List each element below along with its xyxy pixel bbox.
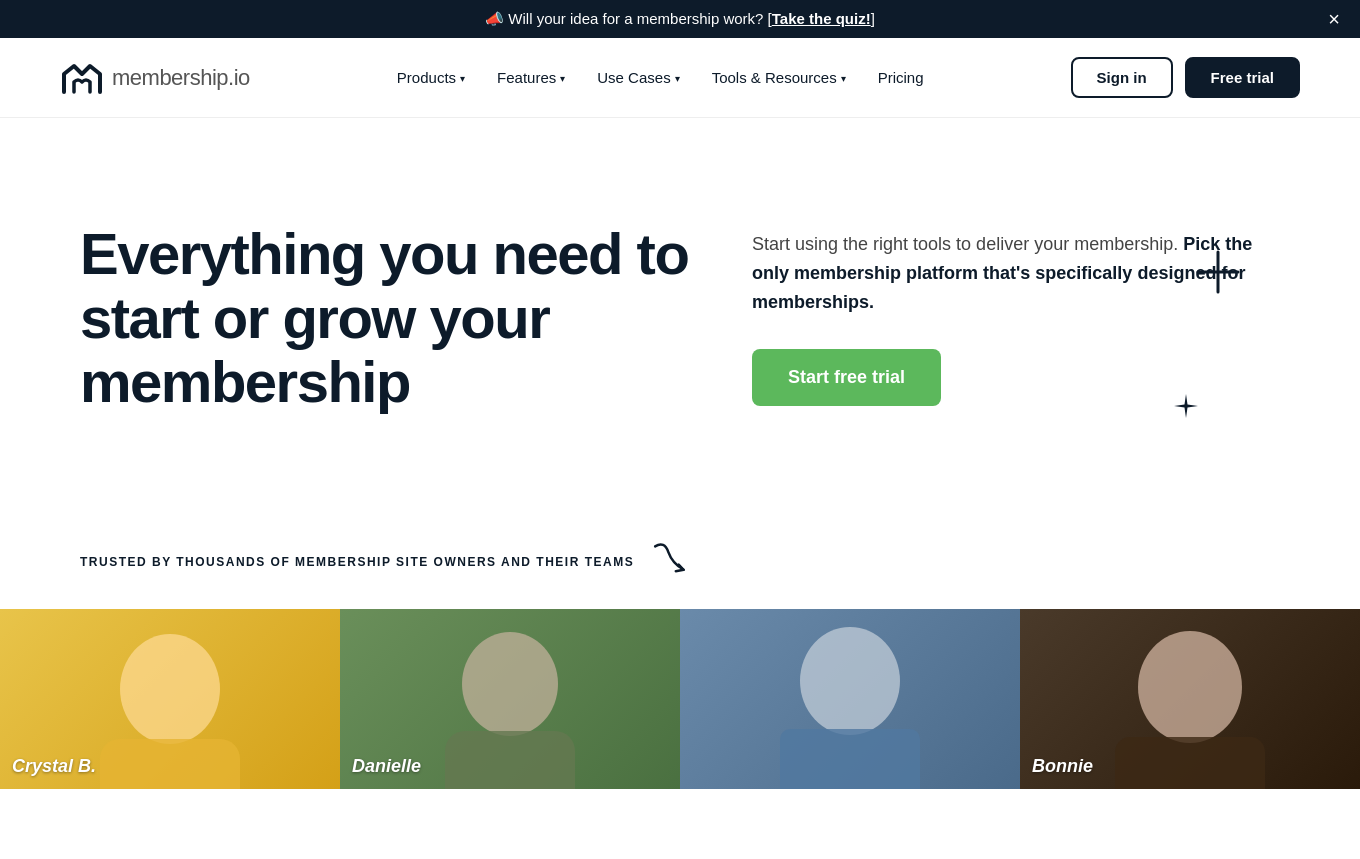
chevron-down-icon: ▾ <box>560 73 565 84</box>
photo-cell-2: Danielle <box>340 609 680 789</box>
person-figure-3 <box>680 609 1020 789</box>
svg-point-2 <box>120 634 220 744</box>
sparkle-star-decoration <box>1172 392 1200 426</box>
start-free-trial-button[interactable]: Start free trial <box>752 349 941 406</box>
svg-rect-9 <box>1115 737 1265 789</box>
photo-cell-1: Crystal B. <box>0 609 340 789</box>
photo-cell-3 <box>680 609 1020 789</box>
hero-left: Everything you need to start or grow you… <box>80 222 704 413</box>
svg-rect-3 <box>100 739 240 789</box>
announcement-text: 📣 Will your idea for a membership work? … <box>485 10 772 27</box>
trusted-doodle-decoration <box>646 535 694 588</box>
photo-cell-4: Bonnie <box>1020 609 1360 789</box>
nav-features[interactable]: Features ▾ <box>483 61 579 94</box>
cell-label-1: Crystal B. <box>12 756 96 777</box>
hero-title: Everything you need to start or grow you… <box>80 222 704 413</box>
signin-button[interactable]: Sign in <box>1071 57 1173 98</box>
hero-right: Start using the right tools to deliver y… <box>752 230 1280 405</box>
svg-point-6 <box>800 627 900 735</box>
nav-tools-resources[interactable]: Tools & Resources ▾ <box>698 61 860 94</box>
trusted-label: TRUSTED BY THOUSANDS OF MEMBERSHIP SITE … <box>80 555 634 569</box>
svg-point-8 <box>1138 631 1242 743</box>
svg-point-4 <box>462 632 558 736</box>
header: membership.io Products ▾ Features ▾ Use … <box>0 38 1360 118</box>
hero-subtitle: Start using the right tools to deliver y… <box>752 230 1280 316</box>
nav-products[interactable]: Products ▾ <box>383 61 479 94</box>
main-nav: Products ▾ Features ▾ Use Cases ▾ Tools … <box>383 61 938 94</box>
chevron-down-icon: ▾ <box>841 73 846 84</box>
free-trial-button[interactable]: Free trial <box>1185 57 1300 98</box>
announcement-link[interactable]: Take the quiz! <box>772 10 871 27</box>
photo-grid: Crystal B. Danielle Bonnie <box>0 609 1360 789</box>
nav-use-cases[interactable]: Use Cases ▾ <box>583 61 693 94</box>
cell-label-4: Bonnie <box>1032 756 1093 777</box>
logo-text: membership.io <box>112 65 250 91</box>
svg-rect-7 <box>780 729 920 789</box>
hero-section: Everything you need to start or grow you… <box>0 118 1360 498</box>
chevron-down-icon: ▾ <box>460 73 465 84</box>
cell-label-2: Danielle <box>352 756 421 777</box>
header-actions: Sign in Free trial <box>1071 57 1300 98</box>
announcement-text-end: ] <box>871 10 875 27</box>
close-announcement-button[interactable]: × <box>1328 9 1340 29</box>
logo-icon <box>60 60 104 96</box>
announcement-bar: 📣 Will your idea for a membership work? … <box>0 0 1360 38</box>
nav-pricing[interactable]: Pricing <box>864 61 938 94</box>
logo[interactable]: membership.io <box>60 60 250 96</box>
svg-rect-5 <box>445 731 575 789</box>
chevron-down-icon: ▾ <box>675 73 680 84</box>
trusted-section: TRUSTED BY THOUSANDS OF MEMBERSHIP SITE … <box>0 498 1360 585</box>
